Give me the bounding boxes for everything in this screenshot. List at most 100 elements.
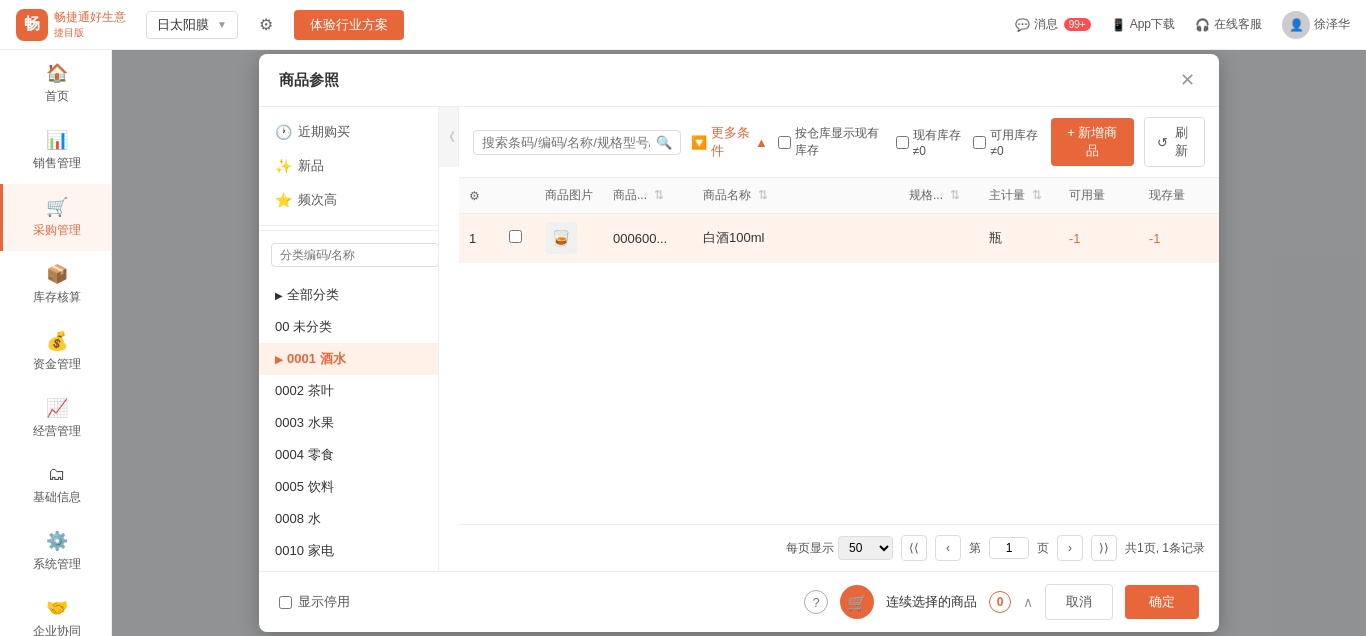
col-header-available[interactable]: 可用量 [1059, 178, 1139, 214]
page-label-end: 页 [1037, 540, 1049, 557]
refresh-button[interactable]: ↺ 刷新 [1144, 117, 1205, 167]
category-item-snacks[interactable]: 0004 零食 [259, 439, 438, 471]
cart-button[interactable]: 🛒 [840, 585, 874, 619]
finance-icon: 💰 [46, 330, 68, 352]
close-icon[interactable]: ✕ [1175, 68, 1199, 92]
tab-recent[interactable]: 🕐 近期购买 [259, 115, 438, 149]
checkbox-usable-label[interactable]: 可用库存≠0 [973, 127, 1041, 158]
home-icon: 🏠 [46, 62, 68, 84]
sidebar-item-finance[interactable]: 💰 资金管理 [0, 318, 111, 385]
table-header-row: ⚙ 商品图片 商品... ⇅ [459, 178, 1219, 214]
category-item-uncategorized[interactable]: 00 未分类 [259, 311, 438, 343]
mobile-icon: 📱 [1111, 18, 1126, 32]
search-icon[interactable]: 🔍 [656, 135, 672, 150]
row-image-cell: 🥃 [535, 214, 603, 263]
modal-body: 🕐 近期购买 ✨ 新品 ⭐ 频次高 [259, 107, 1219, 571]
page-size-dropdown[interactable]: 50 10 20 100 [838, 536, 893, 560]
col-header-settings[interactable]: ⚙ [459, 178, 499, 214]
chevron-left-icon: 《 [443, 129, 455, 146]
sort-icon-unit: ⇅ [1032, 188, 1042, 202]
avatar: 👤 [1282, 11, 1310, 39]
checkbox-warehouse[interactable] [778, 136, 791, 149]
confirm-button[interactable]: 确定 [1125, 585, 1199, 619]
show-disabled-checkbox[interactable] [279, 596, 292, 609]
col-header-spec[interactable]: 规格... ⇅ [899, 178, 979, 214]
help-icon[interactable]: ? [804, 590, 828, 614]
collapse-arrow-icon[interactable]: ∧ [1023, 594, 1033, 610]
row-checkbox-cell[interactable] [499, 214, 535, 263]
sidebar-item-purchase[interactable]: 🛒 采购管理 [0, 184, 111, 251]
filter-button[interactable]: 🔽 更多条件 ▲ [691, 124, 768, 160]
category-item-appliances[interactable]: 0010 家电 [259, 535, 438, 567]
row-num: 1 [459, 214, 499, 263]
nav-dropdown[interactable]: 日太阳膜 ▼ [146, 11, 238, 39]
col-header-image: 商品图片 [535, 178, 603, 214]
trial-button[interactable]: 体验行业方案 [294, 10, 404, 40]
app-download-btn[interactable]: 📱 App下载 [1111, 16, 1175, 33]
pagination-bar: 每页显示 50 10 20 100 ⟨⟨ ‹ 第 页 [459, 524, 1219, 571]
col-header-code[interactable]: 商品... ⇅ [603, 178, 693, 214]
ops-icon: 📈 [46, 397, 68, 419]
sidebar-item-operations[interactable]: 📈 经营管理 [0, 385, 111, 452]
collapse-button[interactable]: 《 [439, 107, 459, 167]
checkbox-available[interactable] [896, 136, 909, 149]
online-service-btn[interactable]: 🎧 在线客服 [1195, 16, 1262, 33]
checkbox-warehouse-label[interactable]: 按仓库显示现有库存 [778, 125, 886, 159]
category-search-input[interactable] [271, 243, 439, 267]
add-product-button[interactable]: + 新增商品 [1051, 118, 1134, 166]
modal-header: 商品参照 ✕ [259, 54, 1219, 107]
user-avatar[interactable]: 👤 徐泽华 [1282, 11, 1350, 39]
divider [259, 230, 438, 231]
page-size-select: 每页显示 50 10 20 100 [786, 536, 893, 560]
modal-footer: 显示停用 ? 🛒 连续选择的商品 0 ∧ 取消 确定 [259, 571, 1219, 632]
sidebar-item-enterprise[interactable]: 🤝 企业协同 [0, 585, 111, 636]
first-page-btn[interactable]: ⟨⟨ [901, 535, 927, 561]
sidebar-item-system[interactable]: ⚙️ 系统管理 [0, 518, 111, 585]
notifications-btn[interactable]: 💬 消息 99+ [1015, 16, 1091, 33]
tab-frequent[interactable]: ⭐ 频次高 [259, 183, 438, 217]
chevron-down-icon: ▼ [217, 19, 227, 30]
table-row[interactable]: 1 🥃 000600... [459, 214, 1219, 263]
arrow-icon-active: ▶ [275, 354, 283, 365]
show-disabled-label[interactable]: 显示停用 [279, 593, 350, 611]
frequent-icon: ⭐ [275, 192, 292, 208]
category-item-drinks[interactable]: 0005 饮料 [259, 471, 438, 503]
system-icon: ⚙️ [46, 530, 68, 552]
category-search: 🔍 [259, 235, 438, 275]
col-header-unit[interactable]: 主计量 ⇅ [979, 178, 1059, 214]
checkbox-usable[interactable] [973, 136, 986, 149]
chevron-up-icon: ▲ [755, 135, 768, 150]
product-search-input[interactable] [482, 135, 650, 150]
sidebar-item-inventory[interactable]: 📦 库存核算 [0, 251, 111, 318]
checkbox-available-label[interactable]: 现有库存≠0 [896, 127, 964, 158]
next-page-btn[interactable]: › [1057, 535, 1083, 561]
notification-badge: 99+ [1064, 18, 1091, 31]
sidebar-item-home[interactable]: 🏠 首页 [0, 50, 111, 117]
arrow-icon: ▶ [275, 290, 283, 301]
col-header-stock[interactable]: 现存量 [1139, 178, 1219, 214]
base-info-icon: 🗂 [48, 464, 66, 485]
product-search-box: 🔍 [473, 130, 681, 155]
row-checkbox[interactable] [509, 230, 522, 243]
page-label: 第 [969, 540, 981, 557]
sidebar-item-base-info[interactable]: 🗂 基础信息 [0, 452, 111, 518]
settings-icon[interactable]: ⚙ [250, 9, 282, 41]
col-header-check [499, 178, 535, 214]
content-area: 商品参照 ✕ 🕐 近期购买 ✨ 新品 [112, 50, 1366, 636]
product-table-wrap: ⚙ 商品图片 商品... ⇅ [459, 178, 1219, 524]
tab-new[interactable]: ✨ 新品 [259, 149, 438, 183]
category-list: ▶ 全部分类 00 未分类 ▶ 0001 酒水 0002 茶叶 [259, 275, 438, 571]
product-panel: 🔍 🔽 更多条件 ▲ 按仓库显示现有库存 [459, 107, 1219, 571]
category-item-liquor[interactable]: ▶ 0001 酒水 [259, 343, 438, 375]
row-code: 000600... [603, 214, 693, 263]
category-item-all[interactable]: ▶ 全部分类 [259, 279, 438, 311]
category-item-fruit[interactable]: 0003 水果 [259, 407, 438, 439]
prev-page-btn[interactable]: ‹ [935, 535, 961, 561]
category-item-tea[interactable]: 0002 茶叶 [259, 375, 438, 407]
category-item-water[interactable]: 0008 水 [259, 503, 438, 535]
last-page-btn[interactable]: ⟩⟩ [1091, 535, 1117, 561]
page-number-input[interactable] [989, 537, 1029, 559]
sidebar-item-sales[interactable]: 📊 销售管理 [0, 117, 111, 184]
col-header-name[interactable]: 商品名称 ⇅ [693, 178, 899, 214]
cancel-button[interactable]: 取消 [1045, 584, 1113, 620]
